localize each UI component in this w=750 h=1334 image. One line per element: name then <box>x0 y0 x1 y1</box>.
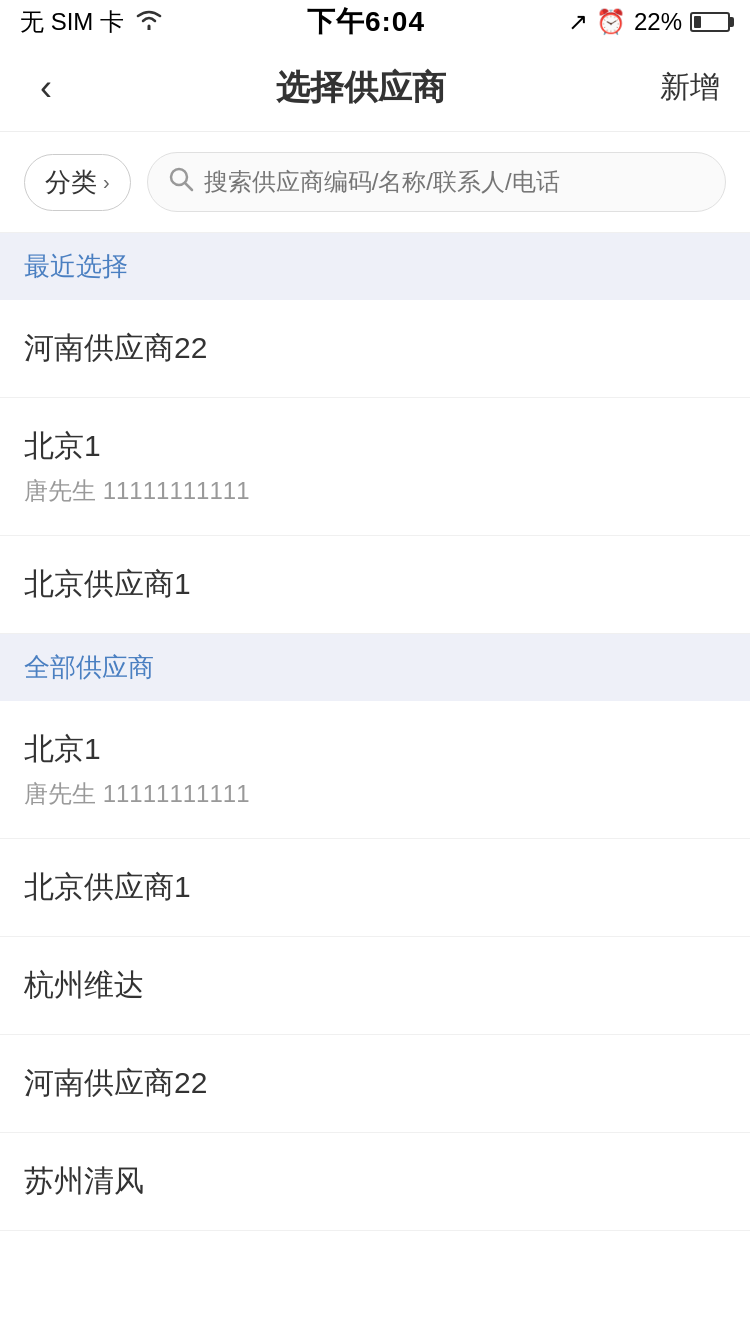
add-button[interactable]: 新增 <box>660 67 720 108</box>
search-box <box>147 152 726 212</box>
search-icon <box>168 166 194 199</box>
status-right: ↗ ⏰ 22% <box>568 8 730 36</box>
no-sim-label: 无 SIM 卡 <box>20 6 124 38</box>
item-name: 北京1 <box>24 729 726 770</box>
item-name: 杭州维达 <box>24 965 726 1006</box>
section-header-recent: 最近选择 <box>0 233 750 300</box>
item-name: 河南供应商22 <box>24 328 726 369</box>
item-name: 北京1 <box>24 426 726 467</box>
nav-bar: ‹ 选择供应商 新增 <box>0 44 750 132</box>
svg-line-1 <box>185 183 192 190</box>
section-title-recent: 最近选择 <box>24 251 128 281</box>
back-button[interactable]: ‹ <box>30 57 62 119</box>
status-left: 无 SIM 卡 <box>20 6 164 38</box>
item-name: 北京供应商1 <box>24 867 726 908</box>
section-title-all: 全部供应商 <box>24 652 154 682</box>
category-button[interactable]: 分类 › <box>24 154 131 211</box>
list-item[interactable]: 河南供应商22 <box>0 1035 750 1133</box>
search-input[interactable] <box>204 168 705 196</box>
list-item[interactable]: 杭州维达 <box>0 937 750 1035</box>
chevron-right-icon: › <box>103 171 110 194</box>
sections-container: 最近选择河南供应商22 北京1 唐先生 11111111111 北京供应商1 全部供应商… <box>0 233 750 1231</box>
battery-percent: 22% <box>634 8 682 36</box>
list-item[interactable]: 北京供应商1 <box>0 536 750 634</box>
list-item[interactable]: 河南供应商22 <box>0 300 750 398</box>
item-name: 河南供应商22 <box>24 1063 726 1104</box>
item-sub: 唐先生 11111111111 <box>24 475 726 507</box>
filter-bar: 分类 › <box>0 132 750 233</box>
status-time: 下午6:04 <box>307 3 425 41</box>
list-item[interactable]: 北京供应商1 <box>0 839 750 937</box>
section-header-all: 全部供应商 <box>0 634 750 701</box>
list-item[interactable]: 苏州清风 <box>0 1133 750 1231</box>
wifi-icon <box>134 8 164 36</box>
battery-icon <box>690 12 730 32</box>
item-name: 苏州清风 <box>24 1161 726 1202</box>
list-item[interactable]: 北京1 唐先生 11111111111 <box>0 701 750 839</box>
list-item[interactable]: 北京1 唐先生 11111111111 <box>0 398 750 536</box>
alarm-icon: ⏰ <box>596 8 626 36</box>
category-label: 分类 <box>45 165 97 200</box>
location-icon: ↗ <box>568 8 588 36</box>
item-sub: 唐先生 11111111111 <box>24 778 726 810</box>
item-name: 北京供应商1 <box>24 564 726 605</box>
status-bar: 无 SIM 卡 下午6:04 ↗ ⏰ 22% <box>0 0 750 44</box>
page-title: 选择供应商 <box>276 65 446 111</box>
